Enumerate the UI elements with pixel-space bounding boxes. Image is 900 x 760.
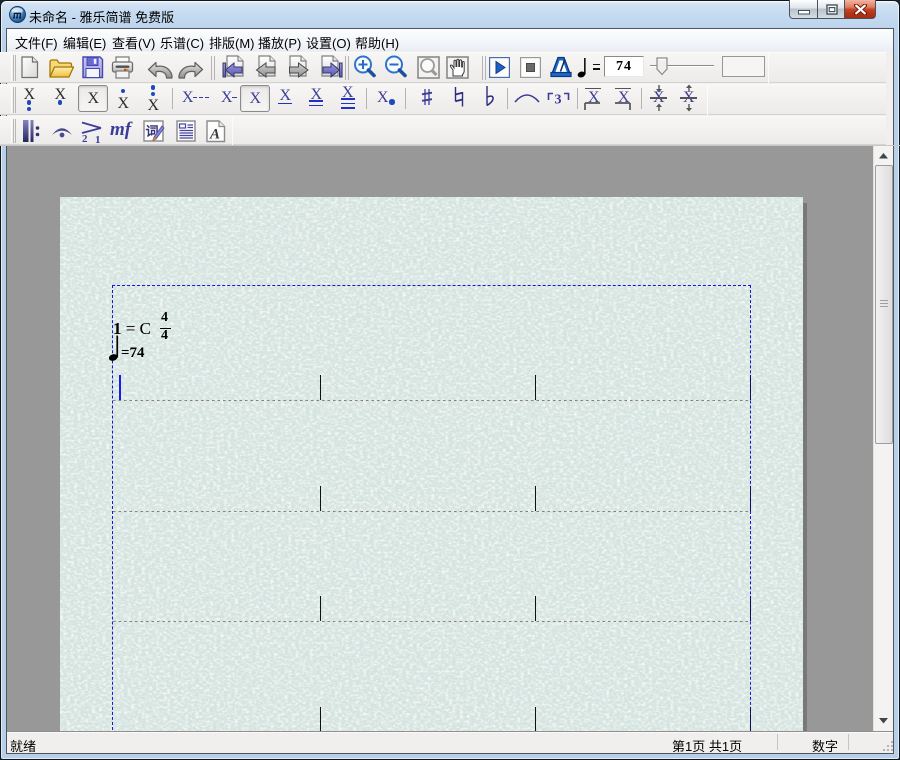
svg-text:1: 1 bbox=[95, 134, 101, 143]
svg-text:A: A bbox=[209, 127, 220, 143]
svg-text:2: 2 bbox=[82, 133, 88, 143]
svg-text:3: 3 bbox=[555, 93, 562, 107]
